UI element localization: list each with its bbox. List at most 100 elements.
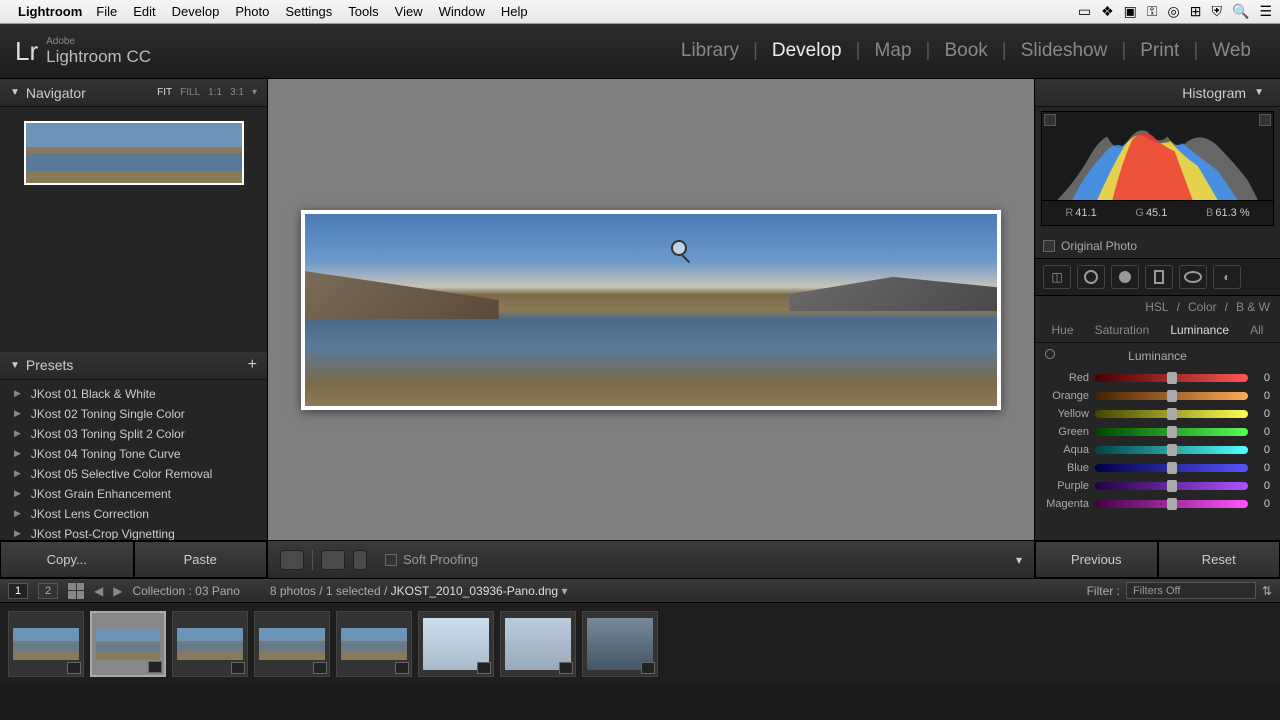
zoom-fit[interactable]: FIT [157, 87, 172, 98]
soft-proofing-toggle[interactable]: Soft Proofing [385, 552, 478, 567]
slider-yellow[interactable]: Yellow0 [1045, 405, 1270, 423]
spot-tool[interactable] [1077, 265, 1105, 289]
highlight-clipping-icon[interactable] [1259, 114, 1271, 126]
slider-thumb[interactable] [1167, 444, 1177, 456]
page-1-button[interactable]: 1 [8, 583, 28, 599]
tab-bw[interactable]: B & W [1236, 300, 1270, 314]
page-2-button[interactable]: 2 [38, 583, 58, 599]
tab-color[interactable]: Color [1188, 300, 1217, 314]
slider-red[interactable]: Red0 [1045, 369, 1270, 387]
module-book[interactable]: Book [930, 40, 1001, 62]
slider-aqua[interactable]: Aqua0 [1045, 441, 1270, 459]
menu-help[interactable]: Help [501, 4, 528, 19]
filename-dropdown-icon[interactable]: ▾ [561, 584, 567, 598]
module-library[interactable]: Library [667, 40, 753, 62]
slider-track[interactable] [1095, 410, 1248, 418]
current-filename[interactable]: JKOST_2010_03936-Pano.dng [391, 584, 558, 598]
cloud-icon[interactable]: ◎ [1168, 3, 1180, 20]
navigator-preview[interactable] [0, 107, 267, 199]
slider-purple[interactable]: Purple0 [1045, 477, 1270, 495]
disclosure-triangle-icon[interactable]: ▼ [1254, 87, 1264, 98]
slider-thumb[interactable] [1167, 462, 1177, 474]
collection-path[interactable]: Collection : 03 Pano [132, 584, 239, 598]
grid-icon[interactable]: ⊞ [1190, 3, 1202, 20]
crop-tool[interactable]: ◫ [1043, 265, 1071, 289]
zoom-3to1[interactable]: 3:1 [230, 87, 244, 98]
menu-settings[interactable]: Settings [285, 4, 332, 19]
preset-item[interactable]: ▶JKost 03 Toning Split 2 Color [0, 424, 267, 444]
shadow-clipping-icon[interactable] [1044, 114, 1056, 126]
preset-item[interactable]: ▶JKost Grain Enhancement [0, 484, 267, 504]
subtab-hue[interactable]: Hue [1052, 323, 1074, 337]
list-icon[interactable]: ☰ [1259, 3, 1272, 20]
image-canvas[interactable] [268, 79, 1034, 540]
menu-view[interactable]: View [395, 4, 423, 19]
module-map[interactable]: Map [861, 40, 926, 62]
preset-item[interactable]: ▶JKost Post-Crop Vignetting [0, 524, 267, 541]
filmstrip-thumb[interactable] [500, 611, 576, 677]
display-icon[interactable]: ▭ [1078, 3, 1091, 20]
slider-thumb[interactable] [1167, 372, 1177, 384]
menu-window[interactable]: Window [439, 4, 485, 19]
subtab-luminance[interactable]: Luminance [1170, 323, 1229, 337]
disclosure-triangle-icon[interactable]: ▼ [10, 360, 20, 371]
menubar-app-name[interactable]: Lightroom [18, 4, 82, 19]
previous-button[interactable]: Previous [1035, 541, 1158, 578]
slider-orange[interactable]: Orange0 [1045, 387, 1270, 405]
copy-button[interactable]: Copy... [0, 541, 134, 578]
menu-photo[interactable]: Photo [235, 4, 269, 19]
adjustment-brush-tool[interactable]: ◐ [1213, 265, 1241, 289]
preset-item[interactable]: ▶JKost Lens Correction [0, 504, 267, 524]
slider-track[interactable] [1095, 464, 1248, 472]
slider-thumb[interactable] [1167, 390, 1177, 402]
tab-hsl[interactable]: HSL [1145, 300, 1168, 314]
before-after-dropdown[interactable] [353, 550, 367, 570]
slider-track[interactable] [1095, 482, 1248, 490]
zoom-1to1[interactable]: 1:1 [208, 87, 222, 98]
redeye-tool[interactable] [1111, 265, 1139, 289]
slider-track[interactable] [1095, 500, 1248, 508]
photo-frame[interactable] [301, 210, 1001, 410]
paste-button[interactable]: Paste [134, 541, 268, 578]
toolbar-dropdown-icon[interactable]: ▾ [1016, 553, 1022, 567]
before-after-button[interactable] [321, 550, 345, 570]
slider-track[interactable] [1095, 374, 1248, 382]
preset-item[interactable]: ▶JKost 04 Toning Tone Curve [0, 444, 267, 464]
histogram-header[interactable]: Histogram ▼ [1035, 79, 1280, 107]
zoom-picker-icon[interactable]: ▾ [252, 87, 257, 98]
checkbox-icon[interactable] [1043, 240, 1055, 252]
camera-icon[interactable]: ▣ [1124, 3, 1137, 20]
add-preset-icon[interactable]: + [248, 356, 257, 374]
menu-tools[interactable]: Tools [348, 4, 378, 19]
slider-magenta[interactable]: Magenta0 [1045, 495, 1270, 513]
slider-green[interactable]: Green0 [1045, 423, 1270, 441]
filmstrip[interactable] [0, 602, 1280, 685]
filter-lock-icon[interactable]: ⇅ [1262, 584, 1272, 598]
subtab-all[interactable]: All [1250, 323, 1263, 337]
preset-item[interactable]: ▶JKost 02 Toning Single Color [0, 404, 267, 424]
grid-view-icon[interactable] [68, 583, 84, 599]
slider-thumb[interactable] [1167, 408, 1177, 420]
filmstrip-thumb[interactable] [172, 611, 248, 677]
module-print[interactable]: Print [1126, 40, 1193, 62]
filmstrip-thumb[interactable] [418, 611, 494, 677]
spotlight-icon[interactable]: 🔍 [1232, 3, 1249, 20]
histogram-display[interactable] [1041, 111, 1274, 201]
slider-track[interactable] [1095, 428, 1248, 436]
graduated-filter-tool[interactable] [1145, 265, 1173, 289]
slider-thumb[interactable] [1167, 498, 1177, 510]
module-web[interactable]: Web [1198, 40, 1265, 62]
disclosure-triangle-icon[interactable]: ▼ [10, 87, 20, 98]
navigator-header[interactable]: ▼ Navigator FIT FILL 1:1 3:1 ▾ [0, 79, 267, 107]
subtab-saturation[interactable]: Saturation [1095, 323, 1150, 337]
nav-forward-icon[interactable]: ▶ [113, 584, 122, 598]
loupe-view-button[interactable] [280, 550, 304, 570]
filter-dropdown[interactable]: Filters Off [1126, 582, 1256, 599]
filmstrip-thumb[interactable] [336, 611, 412, 677]
shield-icon[interactable]: ⛨ [1212, 3, 1223, 20]
original-photo-toggle[interactable]: Original Photo [1035, 234, 1280, 258]
filmstrip-thumb[interactable] [582, 611, 658, 677]
menu-develop[interactable]: Develop [172, 4, 220, 19]
zoom-fill[interactable]: FILL [180, 87, 200, 98]
radial-filter-tool[interactable] [1179, 265, 1207, 289]
